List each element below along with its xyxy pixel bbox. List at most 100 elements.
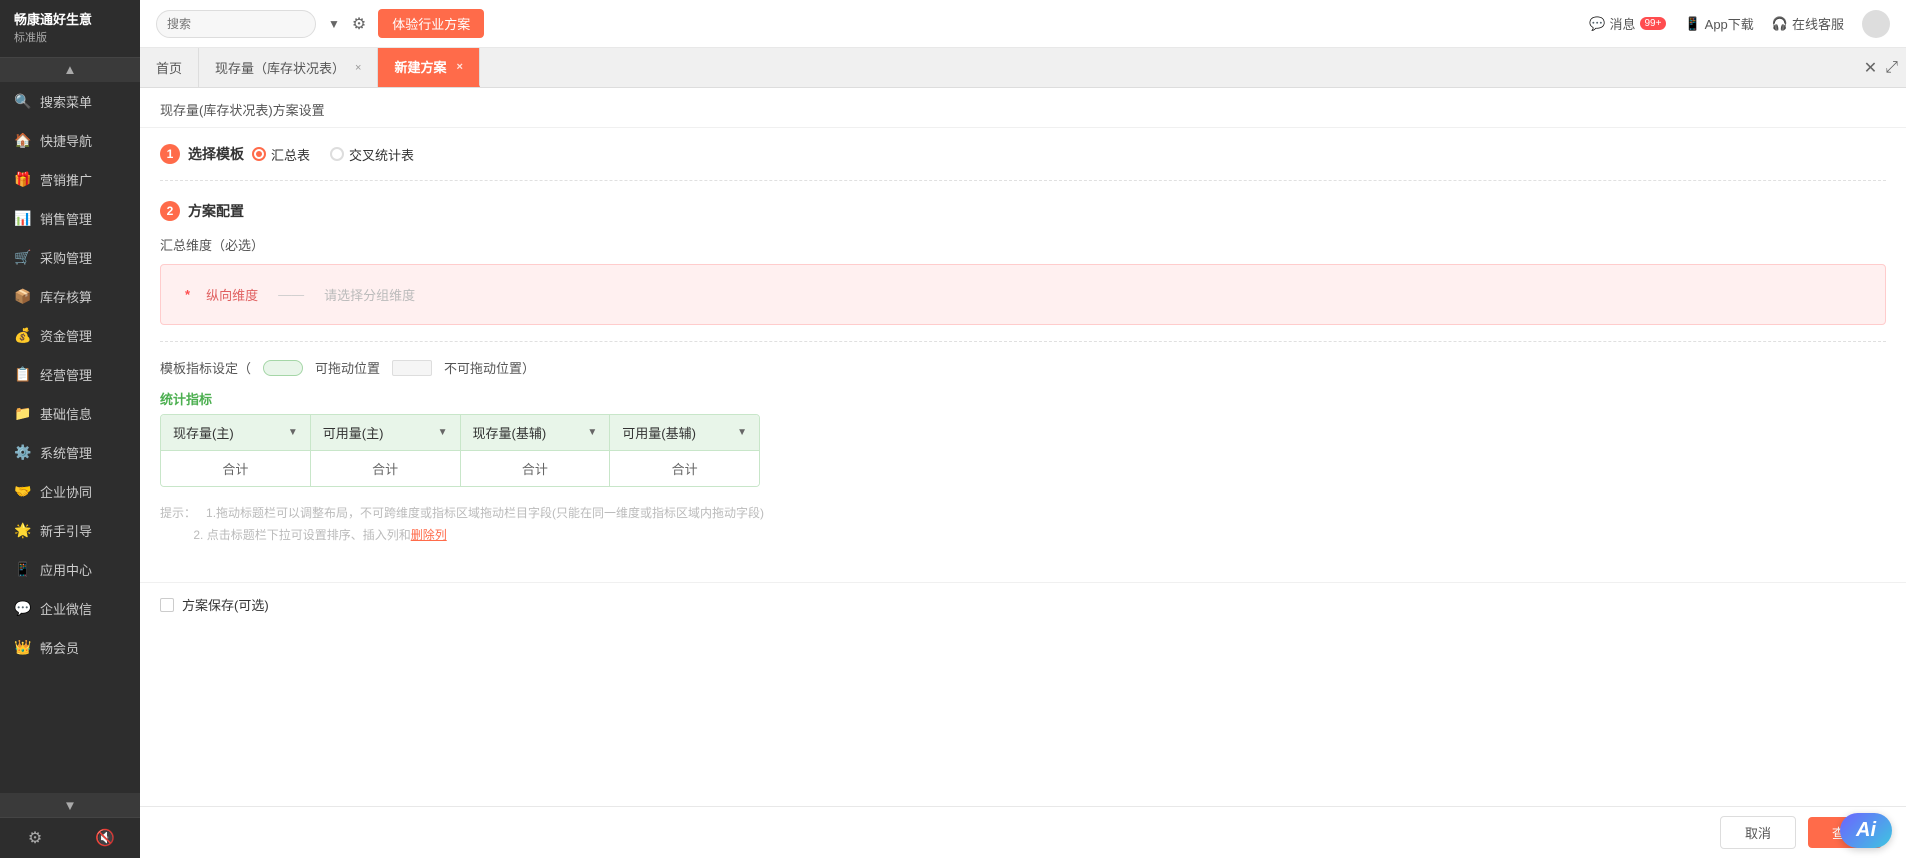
expand-panel-button[interactable]: ⤢ — [1885, 59, 1898, 77]
delete-col-link[interactable]: 删除列 — [411, 528, 447, 542]
sidebar-scroll-down[interactable]: ▼ — [0, 793, 140, 817]
sidebar-item-sales[interactable]: 📊 销售管理 — [0, 199, 140, 238]
stats-header-cell-1[interactable]: 可用量(主) ▼ — [311, 415, 461, 450]
sidebar-item-label-member: 畅会员 — [40, 638, 79, 657]
app-download-label: App下载 — [1705, 14, 1754, 33]
search-area — [156, 10, 316, 38]
sound-button[interactable]: 🔇 — [70, 818, 140, 858]
sidebar-item-app-center[interactable]: 📱 应用中心 — [0, 550, 140, 589]
step1-block: 1 选择模板 汇总表 交叉统计表 — [160, 144, 1886, 181]
marketing-icon: 🎁 — [14, 170, 32, 188]
sidebar-item-label-system: 系统管理 — [40, 443, 92, 462]
system-icon: ⚙️ — [14, 443, 32, 461]
tab-new-scheme[interactable]: 新建方案× — [378, 48, 479, 87]
gear-icon[interactable]: ⚙ — [352, 14, 366, 34]
col-label-1: 可用量(主) — [323, 423, 384, 442]
user-avatar-item[interactable] — [1862, 10, 1890, 38]
cancel-button[interactable]: 取消 — [1720, 816, 1796, 849]
sidebar-item-label-enterprise-wechat: 企业微信 — [40, 599, 92, 618]
sidebar-item-search-menu[interactable]: 🔍搜索菜单 — [0, 82, 140, 121]
sidebar-item-enterprise-wechat[interactable]: 💬 企业微信 — [0, 589, 140, 628]
stats-table-header: 现存量(主)▼可用量(主)▼现存量(基辅)▼可用量(基辅)▼ — [161, 415, 759, 450]
tab-label-home: 首页 — [156, 58, 182, 77]
stats-header-cell-0[interactable]: 现存量(主)▼ — [161, 415, 311, 450]
radio-summary[interactable]: 汇总表 — [252, 145, 310, 164]
app-center-icon: 📱 — [14, 560, 32, 578]
sidebar-item-member[interactable]: 👑畅会员 — [0, 628, 140, 667]
tips-title-label: 提示： — [160, 506, 203, 520]
operations-icon: 📋 — [14, 365, 32, 383]
sidebar-item-basic-info[interactable]: 📁基础信息 — [0, 394, 140, 433]
col-chevron-3[interactable]: ▼ — [737, 427, 747, 438]
sidebar-item-finance[interactable]: 💰资金管理 — [0, 316, 140, 355]
cell-value-2: 合计 — [522, 459, 548, 478]
inventory-icon: 📦 — [14, 287, 32, 305]
tabbar: 首页现存量（库存状况表）×新建方案× ✕ ⤢ — [140, 48, 1906, 88]
sidebar-item-quick-nav[interactable]: 🏠快捷导航 — [0, 121, 140, 160]
close-panel-button[interactable]: ✕ — [1864, 58, 1877, 78]
sidebar-item-new-guide[interactable]: 🌟新手引导 — [0, 511, 140, 550]
tab-label-inventory-status: 现存量（库存状况表） — [215, 58, 345, 77]
stats-header-cell-3[interactable]: 可用量(基辅)▼ — [610, 415, 759, 450]
stats-body-cell-2: 合计 — [461, 451, 611, 486]
app-edition: 标准版 — [14, 29, 126, 45]
sidebar-item-inventory[interactable]: 📦 库存核算 — [0, 277, 140, 316]
tab-close-inventory-status[interactable]: × — [355, 62, 361, 74]
enterprise-wechat-icon: 💬 — [14, 599, 32, 617]
topbar-right: 💬 消息 99+ 📱 App下载 🎧 在线客服 — [1589, 10, 1890, 38]
step2-badge: 2 — [160, 201, 180, 221]
stats-header-cell-2[interactable]: 现存量(基辅)▼ — [461, 415, 611, 450]
tab-inventory-status[interactable]: 现存量（库存状况表） × — [199, 48, 378, 87]
tab-close-new-scheme[interactable]: × — [456, 61, 462, 73]
sidebar-bottom: ⚙ 🔇 — [0, 817, 140, 858]
sidebar-item-label-app-center: 应用中心 — [40, 560, 92, 579]
non-draggable-label: 不可拖动位置） — [444, 358, 535, 377]
message-item[interactable]: 💬 消息 99+ — [1589, 14, 1666, 33]
sales-icon: 📊 — [14, 209, 32, 227]
sidebar-item-operations[interactable]: 📋经营管理 — [0, 355, 140, 394]
search-input[interactable] — [156, 10, 316, 38]
sidebar-item-system[interactable]: ⚙️ 系统管理 — [0, 433, 140, 472]
col-chevron-0[interactable]: ▼ — [288, 427, 298, 438]
stats-table: 现存量(主)▼可用量(主)▼现存量(基辅)▼可用量(基辅)▼ 合计合计合计合计 — [160, 414, 760, 487]
tips-line2 — [160, 528, 190, 542]
sidebar-item-label-inventory: 库存核算 — [40, 287, 92, 306]
aggregate-dim-label: 汇总维度（必选） — [160, 235, 1886, 254]
enterprise-icon: 🤝 — [14, 482, 32, 500]
stats-body-cell-1: 合计 — [311, 451, 461, 486]
tab-home[interactable]: 首页 — [140, 48, 199, 87]
radio-cross-dot — [330, 147, 344, 161]
sidebar-item-marketing[interactable]: 🎁营销推广 — [0, 160, 140, 199]
radio-summary-label: 汇总表 — [271, 145, 310, 164]
tabbar-actions: ✕ ⤢ — [1856, 48, 1906, 87]
sidebar-item-label-quick-nav: 快捷导航 — [40, 131, 92, 150]
sidebar-item-label-sales: 销售管理 — [40, 209, 92, 228]
col-chevron-2[interactable]: ▼ — [587, 427, 597, 438]
radio-summary-dot — [252, 147, 266, 161]
topbar-dropdown[interactable]: ▼ — [328, 17, 340, 31]
non-draggable-indicator — [392, 360, 432, 376]
avatar — [1862, 10, 1890, 38]
ai-fab-button[interactable]: Ai — [1840, 813, 1892, 848]
phone-icon: 📱 — [1684, 16, 1700, 32]
message-badge: 99+ — [1640, 17, 1667, 30]
sidebar-item-enterprise[interactable]: 🤝企业协同 — [0, 472, 140, 511]
required-mark: * — [185, 287, 190, 302]
pink-box-content: * 纵向维度 —— 请选择分组维度 — [185, 285, 1861, 304]
sidebar-scroll-up[interactable]: ▲ — [0, 58, 140, 82]
col-chevron-1[interactable]: ▼ — [438, 427, 448, 438]
stats-body-cell-0: 合计 — [161, 451, 311, 486]
step2-divider — [160, 341, 1886, 342]
cell-value-3: 合计 — [672, 459, 698, 478]
app-download-item[interactable]: 📱 App下载 — [1684, 14, 1753, 33]
trial-button[interactable]: 体验行业方案 — [378, 9, 484, 38]
settings-button[interactable]: ⚙ — [0, 818, 70, 858]
sidebar-nav: 🔍搜索菜单🏠快捷导航🎁营销推广 📊 销售管理 🛒采购管理 📦 库存核算 💰资金管理📋经营管理… — [0, 82, 140, 793]
scheme-section: 1 选择模板 汇总表 交叉统计表 — [140, 128, 1906, 582]
sidebar-item-purchase[interactable]: 🛒采购管理 — [0, 238, 140, 277]
vertical-dim-placeholder: 请选择分组维度 — [324, 285, 415, 304]
save-checkbox[interactable] — [160, 598, 174, 612]
online-service-item[interactable]: 🎧 在线客服 — [1772, 14, 1844, 33]
radio-cross[interactable]: 交叉统计表 — [330, 145, 414, 164]
cell-value-1: 合计 — [372, 459, 398, 478]
